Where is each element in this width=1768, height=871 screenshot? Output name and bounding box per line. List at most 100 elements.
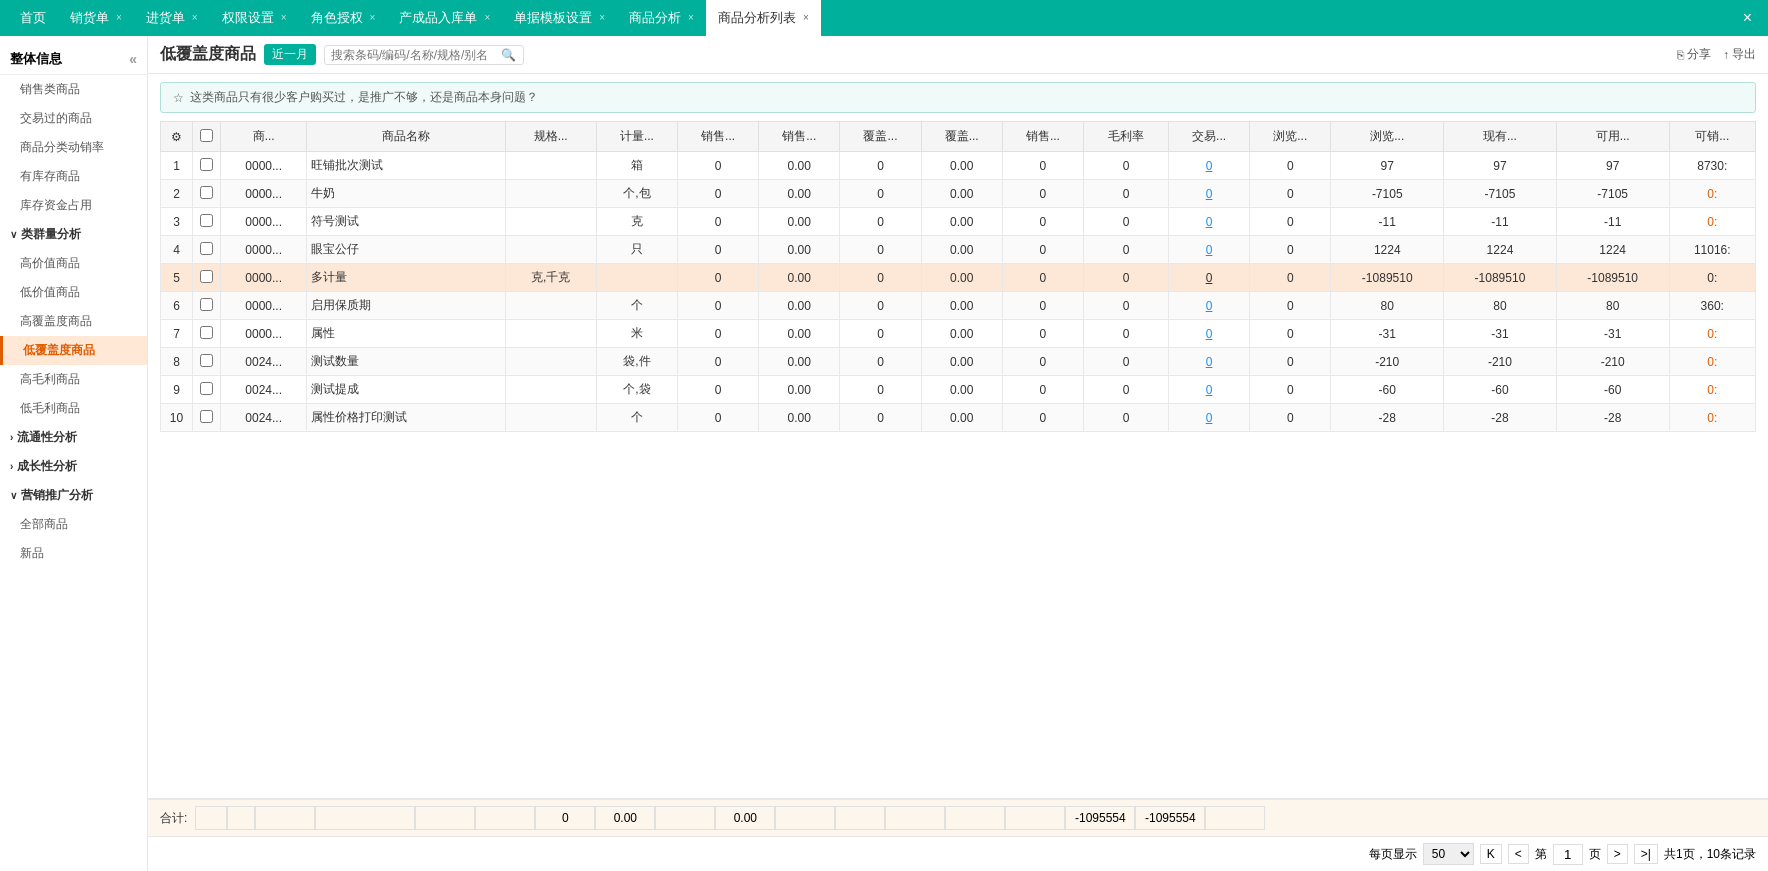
row-select-checkbox[interactable]: [200, 298, 213, 311]
table-row: 3 0000... 符号测试 克 0 0.00 0 0.00 0 0 0 0 -…: [161, 208, 1756, 236]
col-checkbox[interactable]: [193, 122, 221, 152]
sidebar-section-flow[interactable]: › 流通性分析: [0, 423, 147, 452]
row-code: 0024...: [221, 376, 307, 404]
sidebar-section-marketing[interactable]: ∨ 营销推广分析: [0, 481, 147, 510]
row-code: 0000...: [221, 320, 307, 348]
row-select-checkbox[interactable]: [200, 410, 213, 423]
sidebar-item-all-goods[interactable]: 全部商品: [0, 510, 147, 539]
sidebar-section-growth[interactable]: › 成长性分析: [0, 452, 147, 481]
row-checkbox[interactable]: [193, 264, 221, 292]
row-code: 0000...: [221, 264, 307, 292]
sidebar-item-high-value[interactable]: 高价值商品: [0, 249, 147, 278]
row-trade[interactable]: 0: [1168, 180, 1249, 208]
row-unit: 个: [596, 292, 677, 320]
search-input[interactable]: [331, 48, 501, 62]
share-button[interactable]: ⎘ 分享: [1677, 46, 1711, 63]
table-container: ⚙ 商... 商品名称 规格... 计量... 销售... 销售... 覆盖..…: [148, 121, 1768, 798]
select-all-checkbox[interactable]: [200, 129, 213, 142]
nav-role[interactable]: 角色授权 ×: [299, 0, 388, 36]
row-checkbox[interactable]: [193, 208, 221, 236]
close-icon[interactable]: ×: [803, 0, 809, 36]
sidebar-item-high-coverage[interactable]: 高覆盖度商品: [0, 307, 147, 336]
export-icon: ↑: [1723, 48, 1729, 62]
star-icon: ☆: [173, 91, 184, 105]
close-all-button[interactable]: ×: [1735, 9, 1760, 27]
nav-home[interactable]: 首页: [8, 0, 58, 36]
row-available: -60: [1556, 376, 1669, 404]
row-select-checkbox[interactable]: [200, 326, 213, 339]
sidebar-item-high-margin[interactable]: 高毛利商品: [0, 365, 147, 394]
close-icon[interactable]: ×: [484, 0, 490, 36]
total-available: -1095554: [1135, 806, 1205, 830]
nav-product-stock[interactable]: 产成品入库单 ×: [387, 0, 502, 36]
row-trade[interactable]: 0: [1168, 292, 1249, 320]
col-trade: 交易...: [1168, 122, 1249, 152]
row-trade[interactable]: 0: [1168, 208, 1249, 236]
next-page-button[interactable]: >: [1607, 844, 1628, 864]
col-settings[interactable]: ⚙: [161, 122, 193, 152]
sidebar-item-low-value[interactable]: 低价值商品: [0, 278, 147, 307]
row-sales3: 0: [1002, 152, 1083, 180]
row-checkbox[interactable]: [193, 404, 221, 432]
row-checkbox[interactable]: [193, 320, 221, 348]
row-name: 牛奶: [307, 180, 505, 208]
row-checkbox[interactable]: [193, 348, 221, 376]
row-cover2: 0.00: [921, 376, 1002, 404]
row-checkbox[interactable]: [193, 292, 221, 320]
table-row: 2 0000... 牛奶 个,包 0 0.00 0 0.00 0 0 0 0 -…: [161, 180, 1756, 208]
close-icon[interactable]: ×: [116, 0, 122, 36]
close-icon[interactable]: ×: [599, 0, 605, 36]
sidebar-item-capital[interactable]: 库存资金占用: [0, 191, 147, 220]
row-margin: 0: [1084, 292, 1169, 320]
row-checkbox[interactable]: [193, 152, 221, 180]
prev-page-button[interactable]: <: [1508, 844, 1529, 864]
sidebar-item-stock-goods[interactable]: 有库存商品: [0, 162, 147, 191]
row-select-checkbox[interactable]: [200, 158, 213, 171]
last-page-button[interactable]: >|: [1634, 844, 1658, 864]
row-trade[interactable]: 0: [1168, 264, 1249, 292]
nav-template[interactable]: 单据模板设置 ×: [502, 0, 617, 36]
nav-sales[interactable]: 销货单 ×: [58, 0, 134, 36]
row-sales1: 0: [677, 208, 758, 236]
row-select-checkbox[interactable]: [200, 354, 213, 367]
close-icon[interactable]: ×: [281, 0, 287, 36]
sidebar-section-cluster[interactable]: ∨ 类群量分析: [0, 220, 147, 249]
sidebar-item-low-margin[interactable]: 低毛利商品: [0, 394, 147, 423]
row-select-checkbox[interactable]: [200, 382, 213, 395]
row-select-checkbox[interactable]: [200, 186, 213, 199]
row-trade[interactable]: 0: [1168, 236, 1249, 264]
row-checkbox[interactable]: [193, 236, 221, 264]
collapse-button[interactable]: «: [129, 51, 137, 67]
nav-permission[interactable]: 权限设置 ×: [210, 0, 299, 36]
nav-analysis[interactable]: 商品分析 ×: [617, 0, 706, 36]
close-icon[interactable]: ×: [688, 0, 694, 36]
close-icon[interactable]: ×: [370, 0, 376, 36]
export-button[interactable]: ↑ 导出: [1723, 46, 1756, 63]
first-page-button[interactable]: K: [1480, 844, 1502, 864]
close-icon[interactable]: ×: [192, 0, 198, 36]
row-trade[interactable]: 0: [1168, 404, 1249, 432]
row-select-checkbox[interactable]: [200, 242, 213, 255]
row-trade[interactable]: 0: [1168, 376, 1249, 404]
sidebar-item-traded-goods[interactable]: 交易过的商品: [0, 104, 147, 133]
page-input[interactable]: [1553, 844, 1583, 865]
row-checkbox[interactable]: [193, 180, 221, 208]
per-page-select[interactable]: 50 100 200: [1423, 843, 1474, 865]
row-trade[interactable]: 0: [1168, 320, 1249, 348]
row-checkbox[interactable]: [193, 376, 221, 404]
row-trade[interactable]: 0: [1168, 348, 1249, 376]
settings-icon[interactable]: ⚙: [171, 130, 182, 144]
row-select-checkbox[interactable]: [200, 214, 213, 227]
sidebar-item-sales-goods[interactable]: 销售类商品: [0, 75, 147, 104]
search-icon[interactable]: 🔍: [501, 48, 516, 62]
row-sales2: 0.00: [759, 208, 840, 236]
sidebar-item-category-rate[interactable]: 商品分类动销率: [0, 133, 147, 162]
nav-analysis-list[interactable]: 商品分析列表 ×: [706, 0, 821, 36]
sidebar-item-new-goods[interactable]: 新品: [0, 539, 147, 568]
date-filter-button[interactable]: 近一月: [264, 44, 316, 65]
row-trade[interactable]: 0: [1168, 152, 1249, 180]
row-spec: [505, 348, 596, 376]
sidebar-item-low-coverage[interactable]: 低覆盖度商品: [0, 336, 147, 365]
nav-purchase[interactable]: 进货单 ×: [134, 0, 210, 36]
row-select-checkbox[interactable]: [200, 270, 213, 283]
